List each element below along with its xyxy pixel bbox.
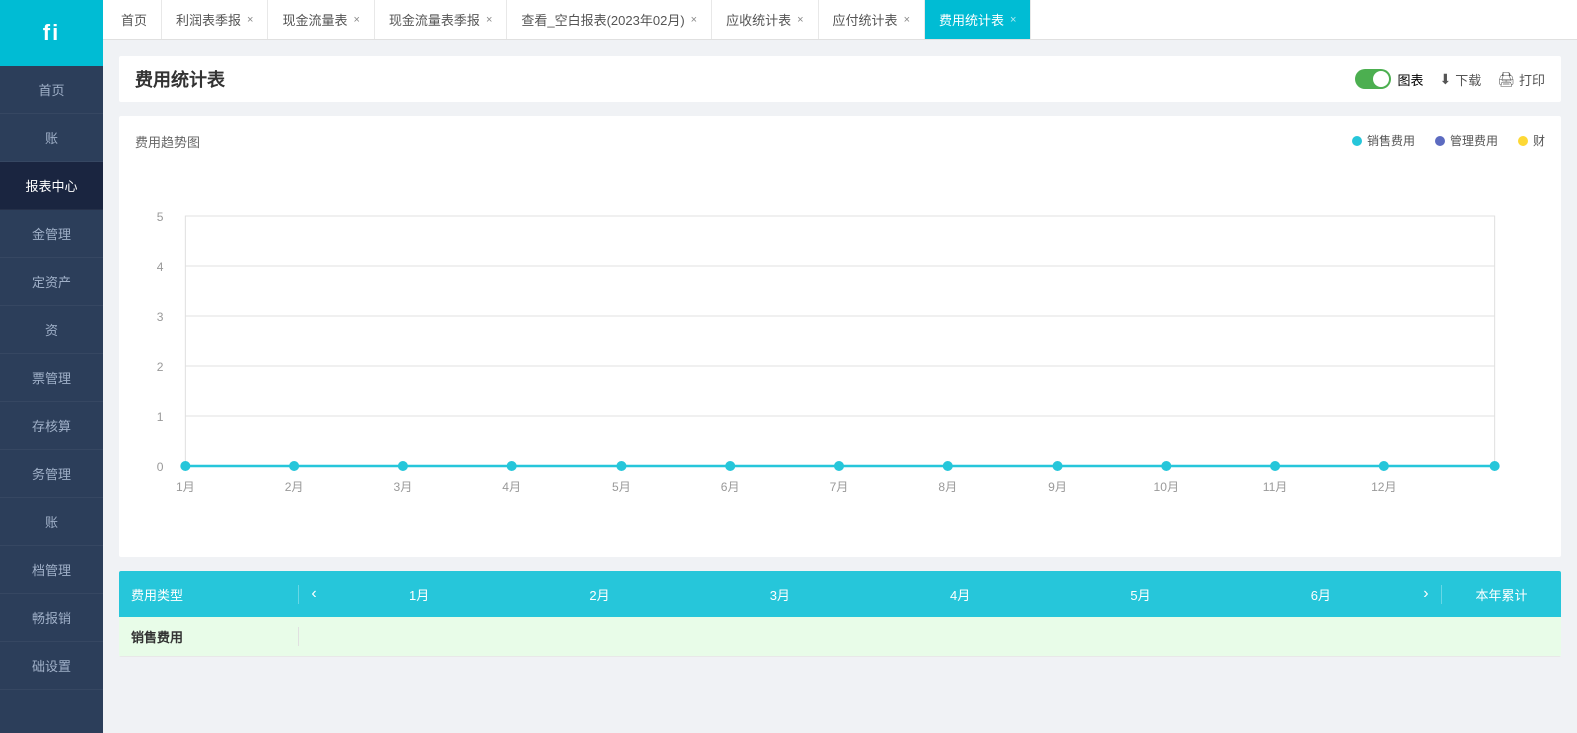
chart-legend: 销售费用 管理费用 财 bbox=[1352, 132, 1545, 149]
tab-close-cashflow[interactable]: × bbox=[353, 14, 359, 26]
tab-blank-report[interactable]: 查看_空白报表(2023年02月) × bbox=[507, 0, 712, 40]
sidebar-item-home[interactable]: 首页 bbox=[0, 66, 103, 114]
row-type-sales: 销售费用 bbox=[119, 627, 299, 646]
tab-close-expense-stats[interactable]: × bbox=[1010, 14, 1016, 26]
table-col-month4: 4月 bbox=[870, 585, 1050, 604]
table-col-month2: 2月 bbox=[509, 585, 689, 604]
legend-finance-expense: 财 bbox=[1518, 132, 1545, 149]
sidebar-item-settings[interactable]: 础设置 bbox=[0, 642, 103, 690]
svg-text:8月: 8月 bbox=[938, 480, 957, 494]
sidebar-item-service[interactable]: 务管理 bbox=[0, 450, 103, 498]
svg-text:2: 2 bbox=[157, 360, 164, 374]
table-col-month5: 5月 bbox=[1050, 585, 1230, 604]
legend-dot-admin bbox=[1435, 136, 1445, 146]
table-area: 费用类型 ‹ 1月 2月 3月 4月 5月 6月 › 本年累计 销售费用 bbox=[119, 571, 1561, 657]
svg-text:12月: 12月 bbox=[1371, 480, 1397, 494]
chart-wrapper: 0 1 2 3 4 5 bbox=[135, 161, 1545, 541]
svg-text:9月: 9月 bbox=[1048, 480, 1067, 494]
legend-admin-expense: 管理费用 bbox=[1435, 132, 1498, 149]
tab-cashflow-quarter[interactable]: 现金流量表季报 × bbox=[375, 0, 507, 40]
sidebar-logo: fi bbox=[0, 0, 103, 66]
tab-cashflow[interactable]: 现金流量表 × bbox=[268, 0, 374, 40]
tab-close-cashflow-quarter[interactable]: × bbox=[486, 14, 492, 26]
sidebar-item-fixed-assets[interactable]: 定资产 bbox=[0, 258, 103, 306]
tab-home[interactable]: 首页 bbox=[107, 0, 162, 40]
tab-expense-stats[interactable]: 费用统计表 × bbox=[925, 0, 1031, 40]
legend-sales-expense: 销售费用 bbox=[1352, 132, 1415, 149]
tab-bar: 首页 利润表季报 × 现金流量表 × 现金流量表季报 × 查看_空白报表(202… bbox=[103, 0, 1577, 40]
page-title: 费用统计表 bbox=[135, 66, 225, 92]
legend-label-sales: 销售费用 bbox=[1367, 132, 1415, 149]
svg-text:10月: 10月 bbox=[1154, 480, 1180, 494]
tab-close-receivable[interactable]: × bbox=[797, 14, 803, 26]
table-col-month3: 3月 bbox=[690, 585, 870, 604]
svg-text:5月: 5月 bbox=[612, 480, 631, 494]
legend-dot-sales bbox=[1352, 136, 1362, 146]
legend-label-finance: 财 bbox=[1533, 132, 1545, 149]
download-button[interactable]: ⬇ 下载 bbox=[1439, 70, 1481, 89]
table-nav-prev[interactable]: ‹ bbox=[299, 585, 329, 603]
chart-title: 费用趋势图 bbox=[135, 132, 200, 151]
table-header-row: 费用类型 ‹ 1月 2月 3月 4月 5月 6月 › 本年累计 bbox=[119, 571, 1561, 617]
svg-text:3: 3 bbox=[157, 310, 164, 324]
sidebar-item-file-mgmt[interactable]: 档管理 bbox=[0, 546, 103, 594]
sidebar-item-account[interactable]: 账 bbox=[0, 114, 103, 162]
sidebar-item-fund[interactable]: 金管理 bbox=[0, 210, 103, 258]
svg-text:0: 0 bbox=[157, 460, 164, 474]
sidebar: fi 首页 账 报表中心 金管理 定资产 资 票管理 存核算 务管理 账 档管理… bbox=[0, 0, 103, 733]
svg-text:11月: 11月 bbox=[1263, 480, 1288, 494]
svg-text:1月: 1月 bbox=[176, 480, 195, 494]
page-content: 费用统计表 图表 ⬇ 下载 🖨 打印 bbox=[103, 40, 1577, 733]
table-nav-next[interactable]: › bbox=[1411, 585, 1441, 603]
svg-text:7月: 7月 bbox=[830, 480, 849, 494]
download-icon: ⬇ bbox=[1439, 71, 1451, 88]
svg-text:6月: 6月 bbox=[721, 480, 740, 494]
sidebar-item-investment[interactable]: 资 bbox=[0, 306, 103, 354]
table-col-type: 费用类型 bbox=[119, 585, 299, 604]
svg-text:2月: 2月 bbox=[285, 480, 304, 494]
chart-area: 费用趋势图 销售费用 管理费用 财 bbox=[119, 116, 1561, 557]
table-col-month1: 1月 bbox=[329, 585, 509, 604]
tab-close-blank-report[interactable]: × bbox=[691, 14, 697, 26]
tab-profit-quarter[interactable]: 利润表季报 × bbox=[162, 0, 268, 40]
svg-text:3月: 3月 bbox=[393, 480, 412, 494]
sidebar-item-inventory[interactable]: 存核算 bbox=[0, 402, 103, 450]
toggle-label: 图表 bbox=[1397, 70, 1423, 89]
sidebar-item-report-center[interactable]: 报表中心 bbox=[0, 162, 103, 210]
table-col-month6: 6月 bbox=[1231, 585, 1411, 604]
svg-text:1: 1 bbox=[157, 410, 164, 424]
legend-label-admin: 管理费用 bbox=[1450, 132, 1498, 149]
table-row: 销售费用 bbox=[119, 617, 1561, 657]
chart-toggle[interactable] bbox=[1355, 69, 1391, 89]
sidebar-item-ticket[interactable]: 票管理 bbox=[0, 354, 103, 402]
print-button[interactable]: 🖨 打印 bbox=[1497, 70, 1545, 89]
svg-text:4月: 4月 bbox=[502, 480, 521, 494]
tab-payable-stats[interactable]: 应付统计表 × bbox=[819, 0, 925, 40]
page-header: 费用统计表 图表 ⬇ 下载 🖨 打印 bbox=[119, 56, 1561, 102]
header-actions: 图表 ⬇ 下载 🖨 打印 bbox=[1355, 69, 1545, 89]
chart-svg: 0 1 2 3 4 5 bbox=[135, 161, 1545, 541]
main-content: 首页 利润表季报 × 现金流量表 × 现金流量表季报 × 查看_空白报表(202… bbox=[103, 0, 1577, 733]
svg-text:4: 4 bbox=[157, 260, 164, 274]
legend-dot-finance bbox=[1518, 136, 1528, 146]
toggle-container: 图表 bbox=[1355, 69, 1423, 89]
tab-close-profit-quarter[interactable]: × bbox=[247, 14, 253, 26]
print-icon: 🖨 bbox=[1497, 71, 1515, 88]
table-col-ytd: 本年累计 bbox=[1441, 585, 1561, 604]
col-type-label: 费用类型 bbox=[131, 585, 183, 604]
tab-close-payable-stats[interactable]: × bbox=[904, 14, 910, 26]
sidebar-item-sales[interactable]: 畅报销 bbox=[0, 594, 103, 642]
tab-receivable[interactable]: 应收统计表 × bbox=[712, 0, 818, 40]
svg-text:5: 5 bbox=[157, 210, 164, 224]
sidebar-item-payable[interactable]: 账 bbox=[0, 498, 103, 546]
